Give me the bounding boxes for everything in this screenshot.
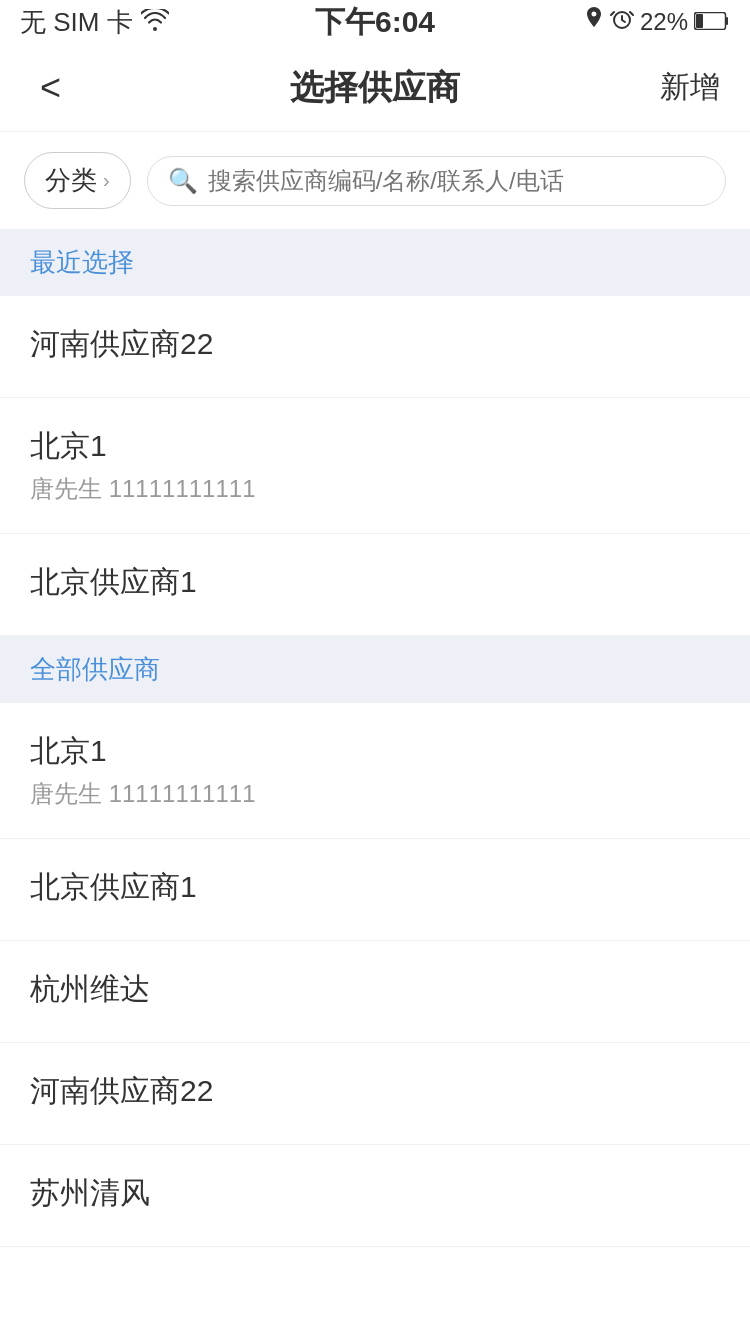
svg-rect-2 bbox=[696, 14, 703, 28]
item-name: 北京供应商1 bbox=[30, 562, 720, 603]
all-section-title: 全部供应商 bbox=[30, 654, 160, 684]
status-right: 22% bbox=[584, 7, 730, 37]
status-left: 无 SIM 卡 bbox=[20, 5, 169, 40]
item-name: 杭州维达 bbox=[30, 969, 720, 1010]
recent-section-header: 最近选择 bbox=[0, 229, 750, 296]
all-section-header: 全部供应商 bbox=[0, 636, 750, 703]
list-item[interactable]: 河南供应商22 bbox=[0, 1043, 750, 1145]
alarm-icon bbox=[610, 7, 634, 37]
item-name: 北京供应商1 bbox=[30, 867, 720, 908]
list-item[interactable]: 北京1 唐先生 11111111111 bbox=[0, 398, 750, 534]
page-title: 选择供应商 bbox=[290, 65, 460, 111]
location-icon bbox=[584, 7, 604, 37]
item-contact: 唐先生 11111111111 bbox=[30, 473, 720, 505]
status-time: 下午6:04 bbox=[315, 2, 435, 43]
battery-text: 22% bbox=[640, 8, 688, 36]
list-item[interactable]: 北京供应商1 bbox=[0, 534, 750, 636]
item-name: 苏州清风 bbox=[30, 1173, 720, 1214]
item-name: 河南供应商22 bbox=[30, 324, 720, 365]
item-contact: 唐先生 11111111111 bbox=[30, 778, 720, 810]
list-item[interactable]: 北京供应商1 bbox=[0, 839, 750, 941]
list-item[interactable]: 北京1 唐先生 11111111111 bbox=[0, 703, 750, 839]
list-item[interactable]: 杭州维达 bbox=[0, 941, 750, 1043]
item-name: 河南供应商22 bbox=[30, 1071, 720, 1112]
list-item[interactable]: 苏州清风 bbox=[0, 1145, 750, 1247]
recent-section-title: 最近选择 bbox=[30, 247, 134, 277]
all-items-list: 北京1 唐先生 11111111111 北京供应商1 杭州维达河南供应商22 苏州清风 bbox=[0, 703, 750, 1247]
back-button[interactable]: < bbox=[30, 57, 71, 119]
carrier-text: 无 SIM 卡 bbox=[20, 5, 133, 40]
search-icon: 🔍 bbox=[168, 167, 198, 195]
filter-bar: 分类 › 🔍 bbox=[0, 132, 750, 229]
category-button[interactable]: 分类 › bbox=[24, 152, 131, 209]
search-input[interactable] bbox=[208, 167, 705, 195]
search-box: 🔍 bbox=[147, 156, 726, 206]
category-label: 分类 bbox=[45, 163, 97, 198]
recent-items-list: 河南供应商22 北京1 唐先生 11111111111 北京供应商1 bbox=[0, 296, 750, 636]
list-item[interactable]: 河南供应商22 bbox=[0, 296, 750, 398]
wifi-icon bbox=[141, 7, 169, 38]
add-button[interactable]: 新增 bbox=[660, 67, 720, 108]
status-bar: 无 SIM 卡 下午6:04 22% bbox=[0, 0, 750, 44]
item-name: 北京1 bbox=[30, 426, 720, 467]
chevron-right-icon: › bbox=[103, 169, 110, 192]
nav-bar: < 选择供应商 新增 bbox=[0, 44, 750, 132]
battery-icon bbox=[694, 8, 730, 36]
item-name: 北京1 bbox=[30, 731, 720, 772]
